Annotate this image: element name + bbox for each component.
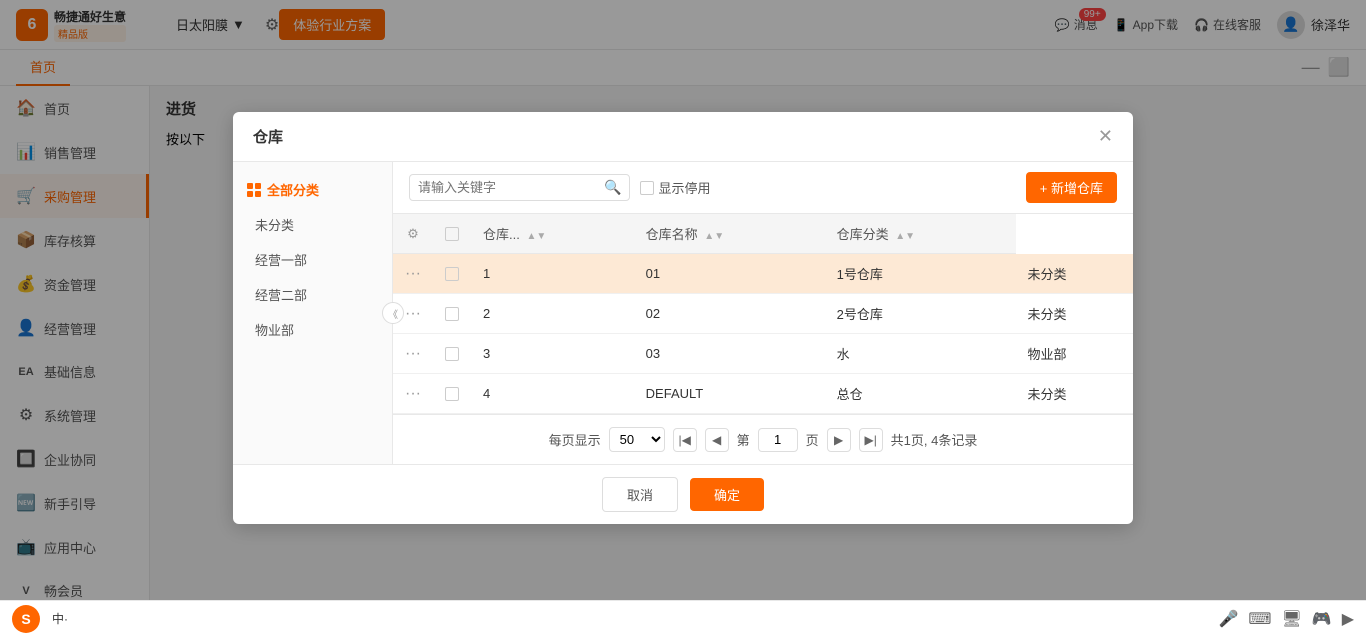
- category-item-ops1[interactable]: 经营一部: [233, 242, 392, 277]
- modal-toolbar: 🔍 显示停用 + 新增仓库: [393, 162, 1133, 214]
- row-name: 总仓: [825, 374, 1016, 414]
- search-input-wrap: 🔍: [409, 174, 630, 201]
- sort-name-icon[interactable]: ▲▼: [704, 231, 724, 242]
- next-page-button[interactable]: ▶: [827, 428, 851, 452]
- row-checkbox-cell: [433, 334, 471, 374]
- add-warehouse-button[interactable]: + 新增仓库: [1026, 172, 1117, 203]
- sidebar-collapse-button[interactable]: 《: [382, 302, 404, 324]
- last-page-button[interactable]: ▶|: [859, 428, 883, 452]
- row-index: 3: [471, 334, 634, 374]
- display-icon[interactable]: 🖥: [1281, 609, 1301, 629]
- row-code: DEFAULT: [634, 374, 825, 414]
- table-row[interactable]: ··· 3 03 水 物业部: [393, 334, 1133, 374]
- play-icon[interactable]: ▶: [1342, 609, 1354, 629]
- row-code: 03: [634, 334, 825, 374]
- bottom-icons: S 中·: [12, 605, 68, 633]
- row-checkbox[interactable]: [445, 307, 459, 321]
- col-header-gear: ⚙: [393, 214, 433, 254]
- modal-close-button[interactable]: ✕: [1098, 126, 1113, 147]
- pagination-total-info: 共1页, 4条记录: [891, 430, 978, 449]
- modal-footer: 取消 确定: [233, 464, 1133, 524]
- row-checkbox[interactable]: [445, 267, 459, 281]
- category-grid-icon: [247, 183, 261, 197]
- modal-search-area: 🔍 显示停用: [409, 174, 710, 201]
- row-checkbox-cell: [433, 294, 471, 334]
- modal-category-sidebar: 全部分类 《 未分类 经营一部 经营二部 物业部: [233, 162, 393, 464]
- gamepad-icon[interactable]: 🎮: [1312, 609, 1332, 629]
- row-category: 物业部: [1016, 334, 1133, 374]
- table-row[interactable]: ··· 1 01 1号仓库 未分类: [393, 254, 1133, 294]
- show-disabled-label[interactable]: 显示停用: [640, 178, 710, 197]
- table-row[interactable]: ··· 4 DEFAULT 总仓 未分类: [393, 374, 1133, 414]
- row-more-btn[interactable]: ···: [393, 334, 433, 374]
- category-item-ops2[interactable]: 经营二部: [233, 277, 392, 312]
- sort-category-icon[interactable]: ▲▼: [895, 231, 915, 242]
- row-index: 1: [471, 254, 634, 294]
- keyboard-icon[interactable]: ⌨: [1248, 609, 1271, 629]
- bottom-text: 中·: [52, 610, 68, 627]
- modal-pagination: 每页显示 50 20 100 |◀ ◀ 第 页 ▶ ▶| 共1页, 4条记录: [393, 414, 1133, 464]
- cancel-button[interactable]: 取消: [602, 477, 678, 512]
- row-more-btn[interactable]: ···: [393, 254, 433, 294]
- page-suffix: 页: [806, 430, 819, 449]
- row-checkbox[interactable]: [445, 347, 459, 361]
- row-checkbox-cell: [433, 254, 471, 294]
- row-category: 未分类: [1016, 374, 1133, 414]
- col-header-category: 仓库分类 ▲▼: [825, 214, 1016, 254]
- mic-icon[interactable]: 🎤: [1218, 609, 1238, 629]
- s-logo: S: [12, 605, 40, 633]
- table-row[interactable]: ··· 2 02 2号仓库 未分类: [393, 294, 1133, 334]
- col-header-code: 仓库... ▲▼: [471, 214, 634, 254]
- row-index: 2: [471, 294, 634, 334]
- col-header-checkbox: [433, 214, 471, 254]
- warehouse-modal: 仓库 ✕ 全部分类 《 未分类 经营一部 经营二部 物业部: [233, 112, 1133, 524]
- confirm-button[interactable]: 确定: [690, 478, 764, 511]
- col-header-name: 仓库名称 ▲▼: [634, 214, 825, 254]
- modal-title: 仓库: [253, 126, 283, 147]
- page-number-input[interactable]: [758, 428, 798, 452]
- all-categories-button[interactable]: 全部分类: [233, 172, 392, 207]
- per-page-label: 每页显示: [549, 430, 601, 449]
- search-input[interactable]: [418, 180, 598, 195]
- row-checkbox-cell: [433, 374, 471, 414]
- select-all-checkbox[interactable]: [445, 227, 459, 241]
- modal-overlay: 仓库 ✕ 全部分类 《 未分类 经营一部 经营二部 物业部: [0, 0, 1366, 636]
- modal-content-area: 🔍 显示停用 + 新增仓库 ⚙: [393, 162, 1133, 464]
- modal-body: 全部分类 《 未分类 经营一部 经营二部 物业部 🔍: [233, 162, 1133, 464]
- warehouse-table: ⚙ 仓库... ▲▼ 仓库名称 ▲▼: [393, 214, 1133, 414]
- bottom-bar: S 中· 🎤 ⌨ 🖥 🎮 ▶: [0, 600, 1366, 636]
- modal-header: 仓库 ✕: [233, 112, 1133, 162]
- page-label: 第: [737, 430, 750, 449]
- prev-page-button[interactable]: ◀: [705, 428, 729, 452]
- row-more-btn[interactable]: ···: [393, 374, 433, 414]
- category-item-unclassified[interactable]: 未分类: [233, 207, 392, 242]
- warehouse-table-wrap: ⚙ 仓库... ▲▼ 仓库名称 ▲▼: [393, 214, 1133, 414]
- per-page-select[interactable]: 50 20 100: [609, 427, 665, 452]
- show-disabled-checkbox[interactable]: [640, 181, 654, 195]
- bottom-right: 🎤 ⌨ 🖥 🎮 ▶: [1218, 609, 1354, 629]
- row-name: 2号仓库: [825, 294, 1016, 334]
- sort-code-icon[interactable]: ▲▼: [526, 231, 546, 242]
- row-checkbox[interactable]: [445, 387, 459, 401]
- row-name: 1号仓库: [825, 254, 1016, 294]
- row-category: 未分类: [1016, 254, 1133, 294]
- category-item-property[interactable]: 物业部: [233, 312, 392, 347]
- row-code: 01: [634, 254, 825, 294]
- row-category: 未分类: [1016, 294, 1133, 334]
- first-page-button[interactable]: |◀: [673, 428, 697, 452]
- search-icon[interactable]: 🔍: [604, 179, 621, 196]
- row-index: 4: [471, 374, 634, 414]
- row-name: 水: [825, 334, 1016, 374]
- row-code: 02: [634, 294, 825, 334]
